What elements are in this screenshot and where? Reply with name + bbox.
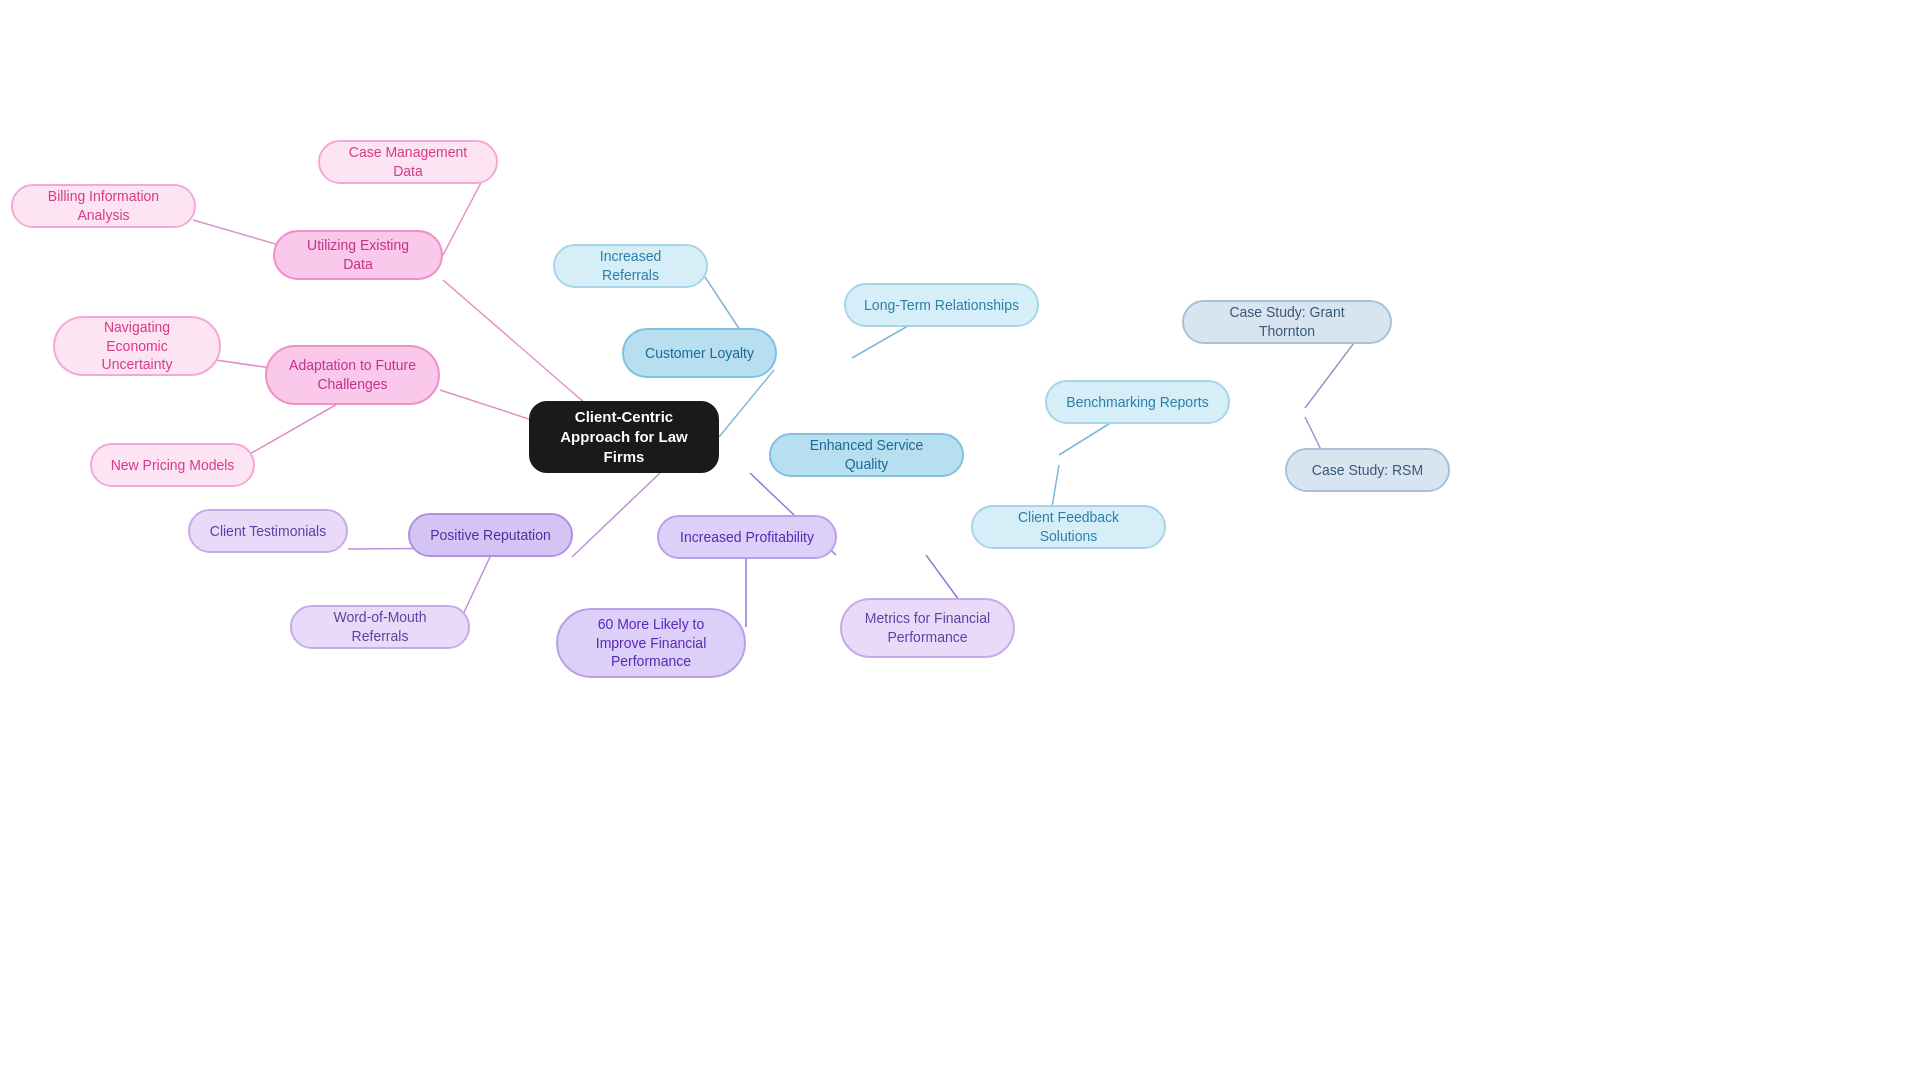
svg-line-1: [443, 179, 483, 255]
client-testimonials-node[interactable]: Client Testimonials: [188, 509, 348, 553]
billing-information-analysis-node[interactable]: Billing Information Analysis: [11, 184, 196, 228]
word-of-mouth-referrals-node[interactable]: Word-of-Mouth Referrals: [290, 605, 470, 649]
positive-reputation-node[interactable]: Positive Reputation: [408, 513, 573, 557]
60-more-likely-node[interactable]: 60 More Likely to Improve Financial Perf…: [556, 608, 746, 678]
case-study-rsm-node[interactable]: Case Study: RSM: [1285, 448, 1450, 492]
case-management-data-node[interactable]: Case Management Data: [318, 140, 498, 184]
svg-line-12: [1305, 339, 1357, 408]
customer-loyalty-node[interactable]: Customer Loyalty: [622, 328, 777, 378]
svg-line-17: [572, 473, 660, 557]
increased-profitability-node[interactable]: Increased Profitability: [657, 515, 837, 559]
client-feedback-solutions-node[interactable]: Client Feedback Solutions: [971, 505, 1166, 549]
center-node[interactable]: Client-Centric Approach for Law Firms: [529, 401, 719, 473]
metrics-financial-performance-node[interactable]: Metrics for Financial Performance: [840, 598, 1015, 658]
increased-referrals-node[interactable]: Increased Referrals: [553, 244, 708, 288]
svg-line-6: [719, 370, 774, 437]
case-study-grant-thornton-node[interactable]: Case Study: Grant Thornton: [1182, 300, 1392, 344]
enhanced-service-quality-node[interactable]: Enhanced Service Quality: [769, 433, 964, 477]
new-pricing-models-node[interactable]: New Pricing Models: [90, 443, 255, 487]
adaptation-future-challenges-node[interactable]: Adaptation to Future Challenges: [265, 345, 440, 405]
utilizing-existing-data-node[interactable]: Utilizing Existing Data: [273, 230, 443, 280]
benchmarking-reports-node[interactable]: Benchmarking Reports: [1045, 380, 1230, 424]
navigating-economic-uncertainty-node[interactable]: Navigating Economic Uncertainty: [53, 316, 221, 376]
long-term-relationships-node[interactable]: Long-Term Relationships: [844, 283, 1039, 327]
